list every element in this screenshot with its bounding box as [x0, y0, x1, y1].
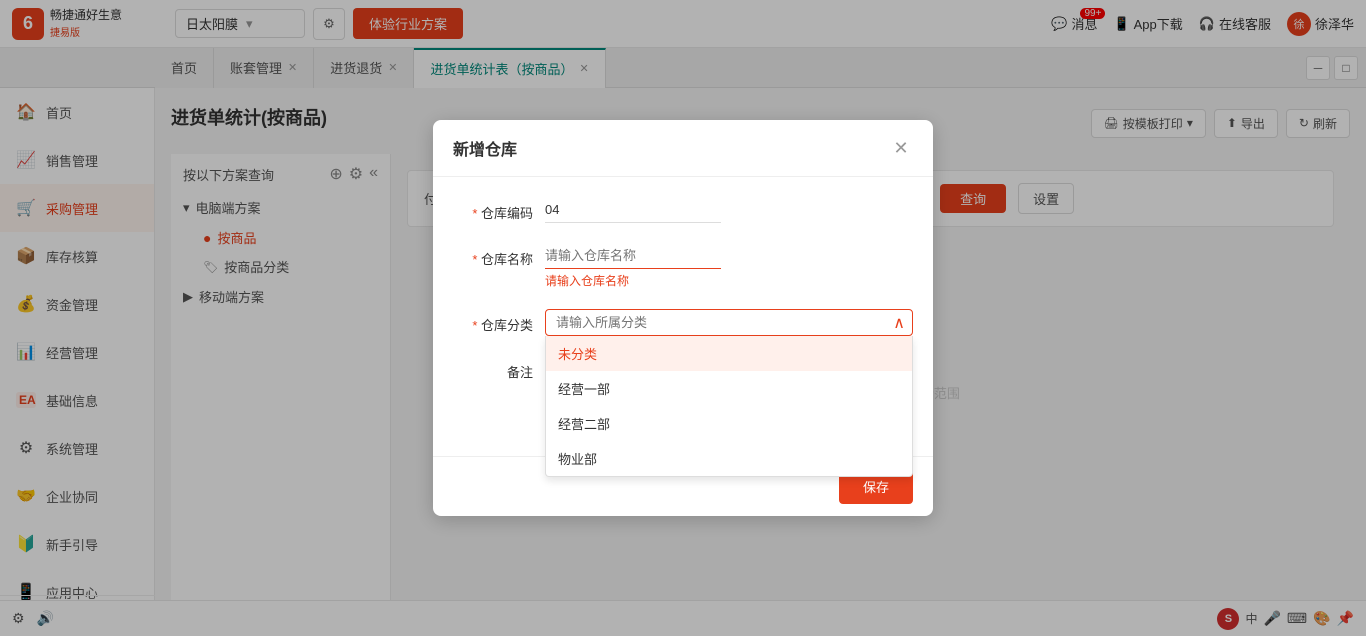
modal-header: 新增仓库 ✕: [433, 120, 933, 177]
dropdown-option-operations2[interactable]: 经营二部: [546, 406, 912, 441]
dropdown-arrow-icon[interactable]: ∧: [893, 313, 905, 333]
category-dropdown-wrap: ∧ 未分类 经营一部 经营二部 物业部: [545, 309, 913, 336]
dropdown-option-operations1[interactable]: 经营一部: [546, 371, 912, 406]
category-row: 仓库分类 ∧ 未分类 经营一部 经营二部 物业部: [453, 309, 913, 336]
modal-backdrop: 新增仓库 ✕ 仓库编码 仓库名称 请输入仓库名称 仓库分类: [0, 0, 1366, 636]
code-row: 仓库编码: [453, 197, 913, 223]
name-input[interactable]: [545, 243, 721, 269]
add-warehouse-modal: 新增仓库 ✕ 仓库编码 仓库名称 请输入仓库名称 仓库分类: [433, 120, 933, 516]
modal-body: 仓库编码 仓库名称 请输入仓库名称 仓库分类 ∧: [433, 177, 933, 456]
dropdown-option-property[interactable]: 物业部: [546, 441, 912, 476]
name-input-wrap: 请输入仓库名称: [545, 243, 913, 289]
name-row: 仓库名称 请输入仓库名称: [453, 243, 913, 289]
name-label: 仓库名称: [453, 243, 533, 268]
name-error-message: 请输入仓库名称: [545, 272, 913, 289]
code-input-wrap: [545, 197, 913, 223]
category-input[interactable]: [545, 309, 913, 336]
dropdown-option-unclassified[interactable]: 未分类: [546, 336, 912, 371]
modal-close-button[interactable]: ✕: [889, 136, 913, 160]
modal-title: 新增仓库: [453, 136, 517, 160]
note-label: 备注: [453, 356, 533, 381]
code-label: 仓库编码: [453, 197, 533, 222]
code-input[interactable]: [545, 197, 721, 223]
category-dropdown-list: 未分类 经营一部 经营二部 物业部: [545, 336, 913, 477]
category-label: 仓库分类: [453, 309, 533, 334]
